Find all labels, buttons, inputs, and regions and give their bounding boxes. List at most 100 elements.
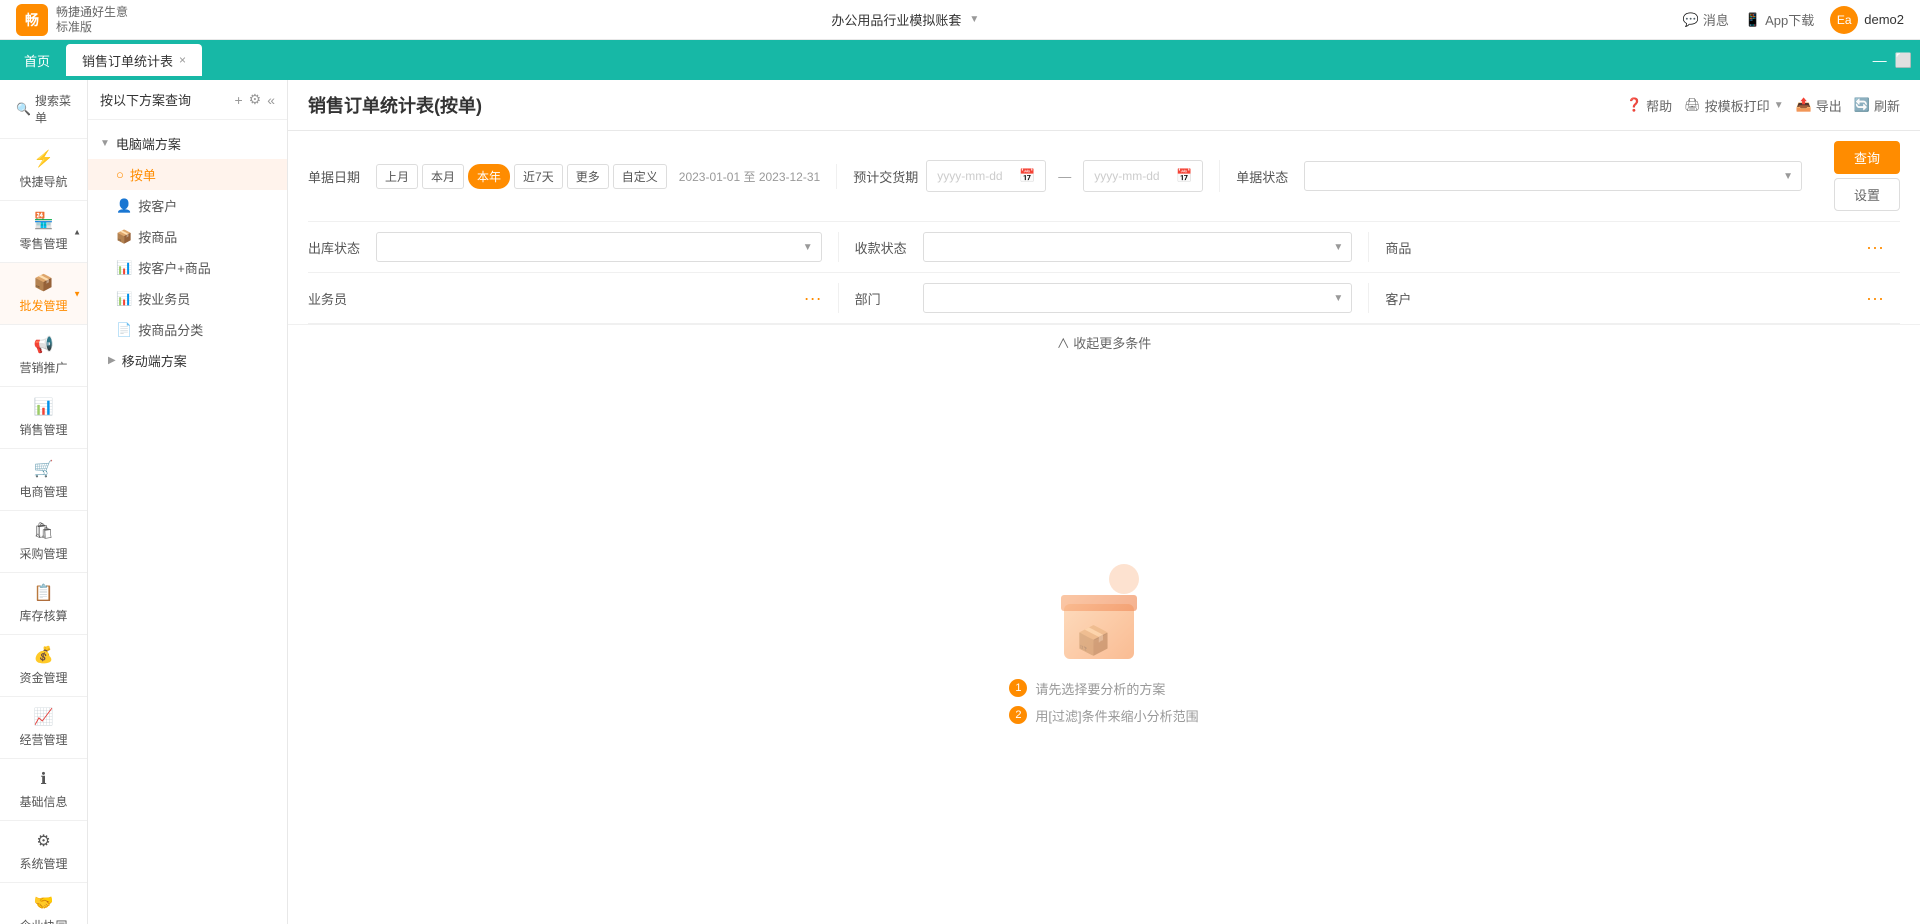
out-status-label: 出库状态 [308,238,368,257]
search-icon: 🔍 [16,102,31,116]
tree-section: ▼ 电脑端方案 ○ 按单 👤 按客户 📦 按商品 [88,120,287,384]
sidebar-item-retail[interactable]: 🏪 零售管理 [0,201,87,263]
print-icon: 🖨 [1684,97,1701,113]
tree-item-by-salesman[interactable]: 📊 按业务员 [88,283,287,314]
expected-date-from-input[interactable]: yyyy-mm-dd 📅 [926,160,1046,192]
template-print-button[interactable]: 🖨 按模板打印 ▼ [1684,96,1783,115]
tree-item-by-customer[interactable]: 👤 按客户 [88,190,287,221]
sidebar-item-sales[interactable]: 📊 销售管理 [0,387,87,449]
date-this-year-btn[interactable]: 本年 [468,164,510,189]
refresh-button[interactable]: 🔄 刷新 [1854,96,1900,115]
tree-item-by-customer-goods[interactable]: 📊 按客户+商品 [88,252,287,283]
left-panel: 按以下方案查询 + ⚙ « ▼ 电脑端方案 ○ 按单 [88,80,288,924]
sidebar-item-marketing[interactable]: 📢 营销推广 [0,325,87,387]
tab-maximize-icon[interactable]: ⬜ [1895,52,1912,69]
date-this-month-btn[interactable]: 本月 [422,164,464,189]
date-range-display: 2023-01-01 至 2023-12-31 [679,168,820,185]
by-customer-icon: 👤 [116,198,132,214]
tab-close-icon[interactable]: × [179,53,186,67]
by-goods-icon: 📦 [116,229,132,245]
left-panel-header: 按以下方案查询 + ⚙ « [88,80,287,120]
date-more-btn[interactable]: 更多 [567,164,609,189]
help-icon: ❓ [1626,97,1642,113]
out-status-select[interactable]: ▼ [376,232,822,262]
sidebar-item-inventory[interactable]: 📋 库存核算 [0,573,87,635]
sales-icon: 📊 [34,397,54,417]
calendar-from-icon: 📅 [1019,168,1035,184]
message-button[interactable]: 💬 消息 [1683,10,1729,29]
date-custom-btn[interactable]: 自定义 [613,164,667,189]
workspace-arrow-icon: ▼ [969,14,979,25]
right-panel: 销售订单统计表(按单) ❓ 帮助 🖨 按模板打印 ▼ [288,80,1920,924]
by-salesman-icon: 📊 [116,291,132,307]
basic-icon: ℹ [40,769,46,789]
tab-sales-order-stats[interactable]: 销售订单统计表 × [66,44,202,76]
sidebar-item-enterprise[interactable]: 🤝 企业协同 [0,883,87,924]
collapse-panel-button[interactable]: « [267,92,275,108]
tree-item-by-order[interactable]: ○ 按单 [88,159,287,190]
tab-bar: 首页 销售订单统计表 × — ⬜ [0,40,1920,80]
goods-cell: 商品 ··· [1369,232,1900,262]
illus-dot [1109,564,1139,594]
main-layout: 🔍 搜索菜单 ⚡ 快捷导航 🏪 零售管理 📦 批发管理 📢 营销推广 📊 销售管… [0,80,1920,924]
content-area: 按以下方案查询 + ⚙ « ▼ 电脑端方案 ○ 按单 [88,80,1920,924]
tree-item-by-goods[interactable]: 📦 按商品 [88,221,287,252]
sidebar-item-basic[interactable]: ℹ 基础信息 [0,759,87,821]
marketing-icon: 📢 [34,335,54,355]
sidebar-search[interactable]: 🔍 搜索菜单 [0,80,87,139]
sidebar-item-purchase[interactable]: 🛍 采购管理 [0,511,87,573]
date-label: 单据日期 [308,167,368,186]
receipt-status-select[interactable]: ▼ [923,232,1353,262]
page-header: 销售订单统计表(按单) ❓ 帮助 🖨 按模板打印 ▼ [288,80,1920,131]
customer-more-btn[interactable]: ··· [1866,288,1884,309]
tree-item-by-category[interactable]: 📄 按商品分类 [88,314,287,345]
date-filter-cell: 单据日期 上月 本月 本年 近7天 更多 自定义 2023-01-01 至 20… [308,164,837,189]
sidebar-item-wholesale[interactable]: 📦 批发管理 [0,263,87,325]
scheme-settings-button[interactable]: ⚙ [249,91,262,108]
tree-group-mobile[interactable]: ▶ 移动端方案 [88,345,287,376]
tab-home[interactable]: 首页 [8,44,66,76]
hint-num-2: 2 [1009,706,1027,724]
empty-hint-1: 1 请先选择要分析的方案 [1009,679,1198,698]
workspace-name: 办公用品行业模拟账套 [831,10,961,29]
ecommerce-icon: 🛒 [34,459,54,479]
expected-date-to-input[interactable]: yyyy-mm-dd 📅 [1083,160,1203,192]
help-button[interactable]: ❓ 帮助 [1626,96,1672,115]
sidebar-item-finance[interactable]: 💰 资金管理 [0,635,87,697]
avatar: Ea [1830,6,1858,34]
date-dash: — [1054,169,1075,184]
date-prev-month-btn[interactable]: 上月 [376,164,418,189]
user-menu[interactable]: Ea demo2 [1830,6,1904,34]
quick-nav-icon: ⚡ [34,149,54,169]
goods-more-btn[interactable]: ··· [1866,237,1884,258]
expected-date-cell: 预计交货期 yyyy-mm-dd 📅 — yyyy-mm-dd 📅 [837,160,1220,192]
receipt-status-arrow-icon: ▼ [1333,242,1343,253]
app-download-button[interactable]: 📱 App下载 [1745,10,1814,29]
empty-hints: 1 请先选择要分析的方案 2 用[过滤]条件来缩小分析范围 [1009,679,1198,725]
salesman-more-btn[interactable]: ··· [804,288,822,309]
inventory-icon: 📋 [34,583,54,603]
collapse-bar[interactable]: ∧ 收起更多条件 [288,324,1920,360]
salesman-label: 业务员 [308,289,368,308]
date-last7-btn[interactable]: 近7天 [514,164,563,189]
export-button[interactable]: 📤 导出 [1796,96,1842,115]
add-scheme-button[interactable]: + [234,92,242,108]
tree-group-pc[interactable]: ▼ 电脑端方案 [88,128,287,159]
workspace-selector[interactable]: 办公用品行业模拟账套 ▼ [831,10,979,29]
sidebar-item-operations[interactable]: 📈 经营管理 [0,697,87,759]
status-select[interactable]: ▼ [1304,161,1802,191]
tab-minimize-icon[interactable]: — [1873,52,1887,68]
tree-mobile-arrow-icon: ▶ [108,355,116,366]
sidebar-quick-nav[interactable]: ⚡ 快捷导航 [0,139,87,201]
settings-button[interactable]: 设置 [1834,178,1900,211]
sidebar-item-ecommerce[interactable]: 🛒 电商管理 [0,449,87,511]
receipt-status-cell: 收款状态 ▼ [839,232,1370,262]
dept-select[interactable]: ▼ [923,283,1353,313]
sidebar-item-system[interactable]: ⚙ 系统管理 [0,821,87,883]
refresh-icon: 🔄 [1854,97,1870,113]
export-icon: 📤 [1796,97,1812,113]
query-button[interactable]: 查询 [1834,141,1900,174]
by-customer-goods-icon: 📊 [116,260,132,276]
hint-num-1: 1 [1009,679,1027,697]
system-icon: ⚙ [36,831,50,851]
